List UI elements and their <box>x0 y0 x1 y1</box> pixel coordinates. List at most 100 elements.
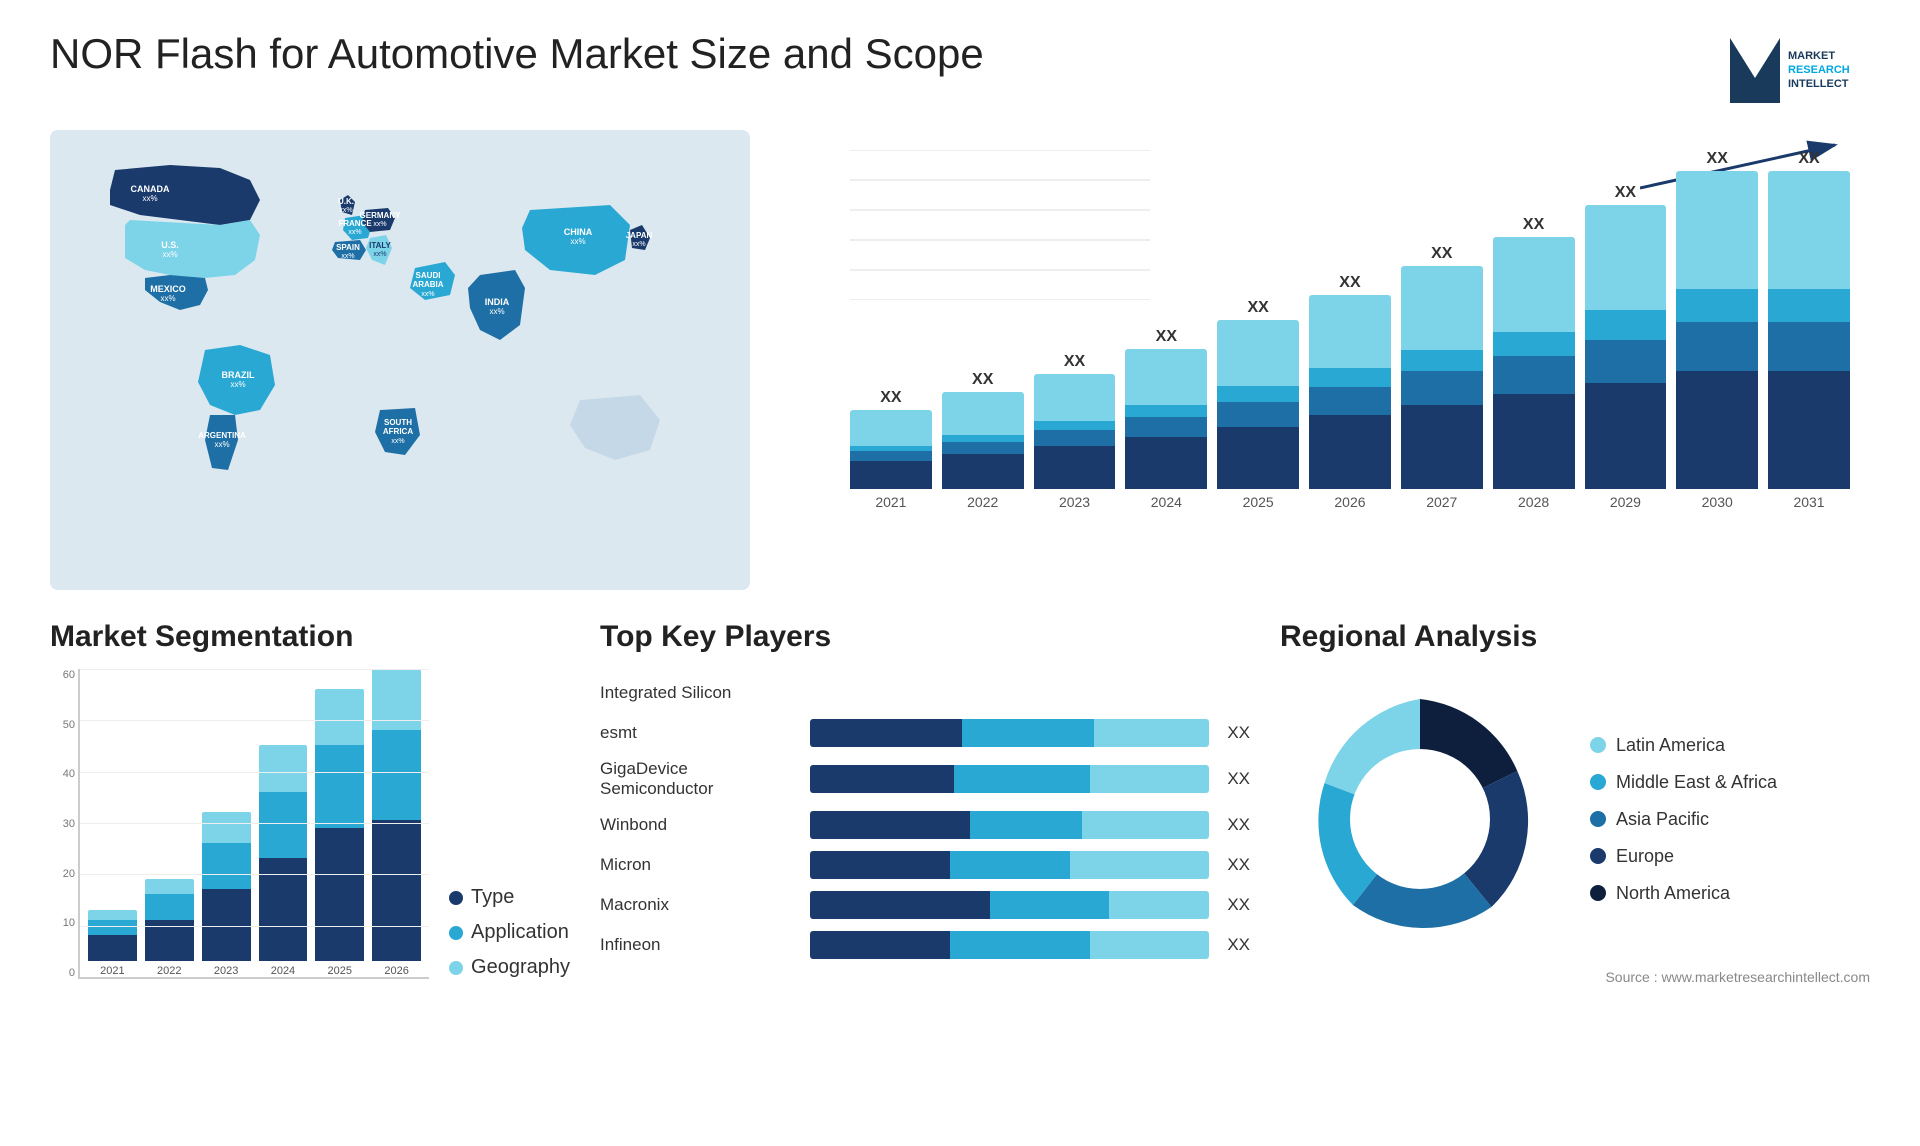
y-label-50: 50 <box>63 719 75 731</box>
player-bar-esmt <box>810 719 1209 747</box>
seg-stack-2021 <box>88 910 137 961</box>
canada-value: xx% <box>142 194 157 203</box>
player-row-winbond: Winbond XX <box>600 811 1250 839</box>
bar-2031-stack <box>1768 171 1850 489</box>
bottom-section: Market Segmentation 0 10 20 30 40 50 60 <box>50 620 1870 1040</box>
legend-geography-dot <box>449 961 463 975</box>
player-value-winbond: XX <box>1227 815 1250 835</box>
southafrica-value: xx% <box>391 438 404 445</box>
reg-label-europe: Europe <box>1616 846 1674 867</box>
y-label-30: 30 <box>63 818 75 830</box>
france-value: xx% <box>348 229 361 236</box>
seg-year-2023: 2023 <box>214 965 238 977</box>
seg-bars-group: 2021 2022 <box>80 669 429 977</box>
japan-label: JAPAN <box>626 231 653 240</box>
mexico-label: MEXICO <box>150 284 186 294</box>
world-map-container: CANADA xx% U.S. xx% MEXICO xx% BRAZIL xx… <box>50 130 750 590</box>
reg-legend-asia: Asia Pacific <box>1590 809 1777 830</box>
saudi-label: SAUDI <box>416 271 441 280</box>
argentina-label: ARGENTINA <box>198 431 246 440</box>
player-name-integrated: Integrated Silicon <box>600 683 800 703</box>
canada-label: CANADA <box>131 184 170 194</box>
header: NOR Flash for Automotive Market Size and… <box>50 30 1870 110</box>
legend-application-label: Application <box>471 921 569 944</box>
legend-type: Type <box>449 886 570 909</box>
spain-value: xx% <box>341 253 354 260</box>
reg-label-latam: Latin America <box>1616 735 1725 756</box>
bar-2023-stack <box>1034 374 1116 489</box>
bar-2023: XX 2023 <box>1034 150 1116 510</box>
bar-2027-label: XX <box>1431 245 1452 263</box>
player-bar-giga-seg3 <box>1090 765 1210 793</box>
seg-legend: Type Application Geography <box>449 886 570 1009</box>
top-section: CANADA xx% U.S. xx% MEXICO xx% BRAZIL xx… <box>50 130 1870 590</box>
reg-dot-asia <box>1590 811 1606 827</box>
regional-title: Regional Analysis <box>1280 620 1870 654</box>
y-label-10: 10 <box>63 917 75 929</box>
germany-label: GERMANY <box>360 211 402 220</box>
player-bar-infineon-seg2 <box>950 931 1090 959</box>
seg-stack-2022 <box>145 879 194 961</box>
page: NOR Flash for Automotive Market Size and… <box>0 0 1920 1146</box>
reg-dot-europe <box>1590 848 1606 864</box>
bar-chart-container: XX 2021 XX <box>780 130 1870 590</box>
player-bar-macronix-seg1 <box>810 891 990 919</box>
player-name-winbond: Winbond <box>600 815 800 835</box>
bar-2027: XX 2027 <box>1401 150 1483 510</box>
source-text: Source : www.marketresearchintellect.com <box>1280 969 1870 985</box>
player-value-esmt: XX <box>1227 723 1250 743</box>
bar-2028-year: 2028 <box>1518 494 1549 510</box>
player-value-macronix: XX <box>1227 895 1250 915</box>
reg-legend-north-america: North America <box>1590 883 1777 904</box>
logo-text: MARKET RESEARCH INTELLECT <box>1788 49 1850 92</box>
reg-dot-north-america <box>1590 885 1606 901</box>
reg-legend-mea: Middle East & Africa <box>1590 772 1777 793</box>
bar-2021-label: XX <box>880 389 901 407</box>
player-value-giga: XX <box>1227 769 1250 789</box>
reg-legend-europe: Europe <box>1590 846 1777 867</box>
player-bar-infineon-seg1 <box>810 931 950 959</box>
seg-chart-wrapper: 0 10 20 30 40 50 60 <box>50 669 429 1009</box>
reg-legend-latam: Latin America <box>1590 735 1777 756</box>
player-row-micron: Micron XX <box>600 851 1250 879</box>
us-label: U.S. <box>161 240 179 250</box>
player-bar-micron-seg1 <box>810 851 950 879</box>
player-row-esmt: esmt XX <box>600 719 1250 747</box>
player-row-macronix: Macronix XX <box>600 891 1250 919</box>
bar-2022-label: XX <box>972 371 993 389</box>
legend-application-dot <box>449 926 463 940</box>
player-name-esmt: esmt <box>600 723 800 743</box>
bar-2027-year: 2027 <box>1426 494 1457 510</box>
reg-label-north-america: North America <box>1616 883 1730 904</box>
logo-icon <box>1730 38 1780 103</box>
bar-2022-year: 2022 <box>967 494 998 510</box>
bar-2025-label: XX <box>1247 299 1268 317</box>
china-label: CHINA <box>564 227 593 237</box>
regional-legend: Latin America Middle East & Africa Asia … <box>1590 735 1777 904</box>
reg-dot-latam <box>1590 737 1606 753</box>
logo-box: MARKET RESEARCH INTELLECT <box>1730 30 1870 110</box>
us-value: xx% <box>162 250 177 259</box>
reg-label-mea: Middle East & Africa <box>1616 772 1777 793</box>
legend-geography: Geography <box>449 956 570 979</box>
y-label-20: 20 <box>63 868 75 880</box>
players-title: Top Key Players <box>600 620 1250 654</box>
uk-value: xx% <box>339 207 352 214</box>
seg-bar-2022: 2022 <box>145 669 194 977</box>
player-bar-giga-seg1 <box>810 765 954 793</box>
seg-stack-2025 <box>315 689 364 961</box>
player-name-micron: Micron <box>600 855 800 875</box>
argentina-value: xx% <box>214 440 229 449</box>
bar-2021-stack <box>850 410 932 489</box>
segmentation-title: Market Segmentation <box>50 620 570 654</box>
bar-2029-stack <box>1585 205 1667 489</box>
bar-2029-year: 2029 <box>1610 494 1641 510</box>
player-name-giga: GigaDevice Semiconductor <box>600 759 800 799</box>
player-bar-integrated <box>810 679 1232 707</box>
player-bar-giga <box>810 765 1209 793</box>
bar-2026-stack <box>1309 295 1391 489</box>
donut-hole <box>1350 749 1490 889</box>
y-label-40: 40 <box>63 768 75 780</box>
svg-text:AFRICA: AFRICA <box>383 427 413 436</box>
world-map-svg: CANADA xx% U.S. xx% MEXICO xx% BRAZIL xx… <box>50 130 750 590</box>
